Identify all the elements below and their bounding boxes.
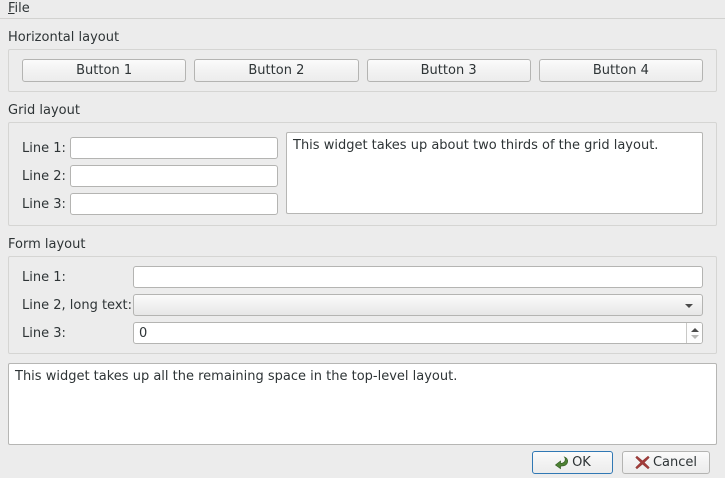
grid-group-frame: Line 1: Line 2: Line 3: This widget take… [8, 122, 717, 226]
form-line2-label: Line 2, long text: [22, 297, 132, 313]
button-1[interactable]: Button 1 [22, 59, 187, 82]
horizontal-group-frame: Button 1 Button 2 Button 3 Button 4 [8, 49, 717, 92]
grid-row-3: Line 3: [22, 193, 278, 215]
grid-line1-input[interactable] [70, 137, 278, 159]
horizontal-group-title: Horizontal layout [8, 30, 120, 45]
grid-line3-input[interactable] [70, 193, 278, 215]
spinbox-input[interactable] [134, 323, 686, 343]
form-line1-input[interactable] [133, 266, 703, 288]
grid-row-2: Line 2: [22, 165, 278, 187]
basic-layouts-window: File Horizontal layout Button 1 Button 2… [0, 0, 725, 474]
form-row-3: Line 3: [22, 322, 703, 344]
ok-button[interactable]: OK [531, 451, 613, 474]
spinbox-buttons [686, 323, 702, 343]
cancel-icon [635, 455, 650, 470]
bottom-textedit[interactable]: This widget takes up all the remaining s… [8, 363, 717, 445]
spin-up-icon[interactable] [690, 327, 699, 332]
form-row-1: Line 1: [22, 266, 703, 288]
form-group-frame: Line 1: Line 2, long text: Line 3: [8, 256, 717, 354]
menubar: File [0, 0, 725, 19]
grid-line2-label: Line 2: [22, 168, 66, 184]
grid-group-title: Grid layout [8, 103, 80, 118]
grid-textedit[interactable]: This widget takes up about two thirds of… [286, 132, 703, 214]
form-group-title: Form layout [8, 237, 86, 252]
menu-file-label: ile [14, 1, 30, 16]
menu-file[interactable]: File [0, 0, 37, 18]
form-line3-label: Line 3: [22, 325, 66, 341]
button-2[interactable]: Button 2 [194, 59, 359, 82]
form-row-2: Line 2, long text: [22, 294, 703, 316]
grid-line3-label: Line 3: [22, 196, 66, 212]
ok-icon [554, 455, 569, 470]
grid-row-1: Line 1: [22, 137, 278, 159]
cancel-button[interactable]: Cancel [621, 451, 710, 474]
form-line3-spinbox [133, 322, 703, 344]
grid-line2-input[interactable] [70, 165, 278, 187]
form-line1-label: Line 1: [22, 269, 66, 285]
ok-button-label: OK [572, 455, 591, 470]
grid-left-column: Line 1: Line 2: Line 3: [22, 137, 278, 215]
form-line2-combobox[interactable] [133, 294, 703, 316]
button-4[interactable]: Button 4 [538, 59, 703, 82]
spin-down-icon[interactable] [690, 334, 699, 339]
dialog-content: Horizontal layout Button 1 Button 2 Butt… [0, 30, 725, 474]
combo-dropdown-icon [685, 304, 693, 308]
dialog-button-row: OK Cancel [8, 451, 717, 474]
cancel-button-label: Cancel [652, 455, 697, 470]
grid-line1-label: Line 1: [22, 140, 66, 156]
button-3[interactable]: Button 3 [366, 59, 531, 82]
